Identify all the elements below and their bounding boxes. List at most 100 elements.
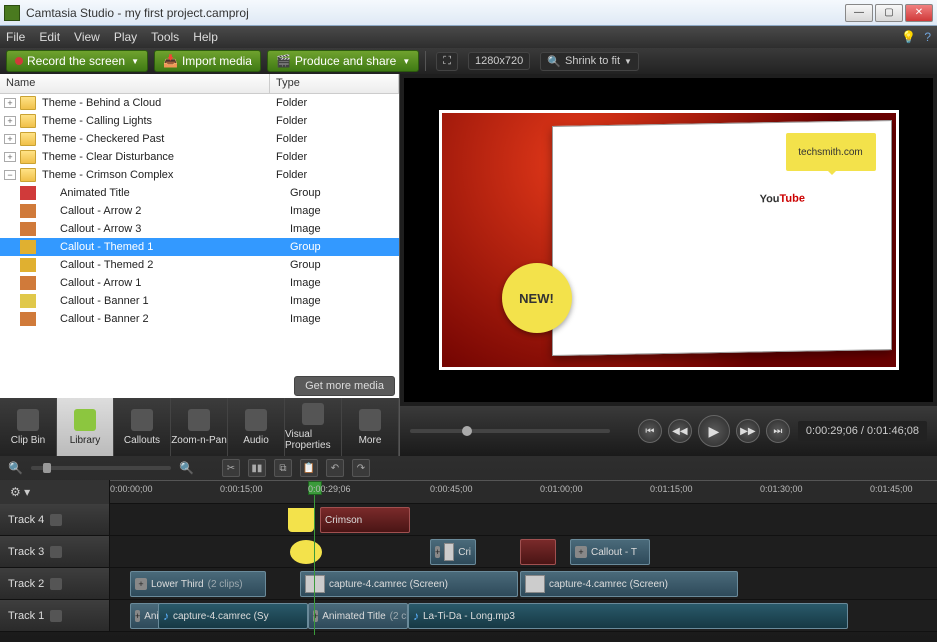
fullscreen-button[interactable]: ⛶ bbox=[436, 52, 458, 71]
timeline-clip[interactable]: +Animated Title (2 clips) bbox=[308, 603, 408, 629]
track-label[interactable]: Track 1 bbox=[0, 600, 110, 631]
timeline-clip[interactable]: Crimson bbox=[320, 507, 410, 533]
menu-view[interactable]: View bbox=[74, 30, 100, 44]
expand-toggle[interactable]: + bbox=[4, 134, 16, 144]
tab-callouts[interactable]: Callouts bbox=[114, 398, 171, 456]
list-row[interactable]: Callout - Banner 2Image bbox=[0, 310, 399, 328]
ruler-tick: 0:00:15;00 bbox=[220, 484, 263, 494]
timeline-clip[interactable]: capture-4.camrec (Screen) bbox=[520, 571, 738, 597]
track-label[interactable]: Track 2 bbox=[0, 568, 110, 599]
list-row[interactable]: Callout - Themed 1Group bbox=[0, 238, 399, 256]
menu-play[interactable]: Play bbox=[114, 30, 137, 44]
dimensions-chip[interactable]: 1280x720 bbox=[468, 52, 530, 70]
zoom-in-icon[interactable]: 🔍 bbox=[179, 461, 194, 475]
track-label[interactable]: Track 4 bbox=[0, 504, 110, 535]
expand-clip-icon[interactable]: + bbox=[135, 610, 140, 622]
list-row[interactable]: Callout - Themed 2Group bbox=[0, 256, 399, 274]
menu-tools[interactable]: Tools bbox=[151, 30, 179, 44]
timeline-clip[interactable]: +Callout - T bbox=[570, 539, 650, 565]
timeline-clip[interactable]: ♪La-Ti-Da - Long.mp3 bbox=[408, 603, 848, 629]
import-media-button[interactable]: 📥 Import media bbox=[154, 50, 261, 72]
next-frame-button[interactable]: ⏭ bbox=[766, 419, 790, 443]
tab-clip-bin[interactable]: Clip Bin bbox=[0, 398, 57, 456]
list-row[interactable]: +Theme - Behind a CloudFolder bbox=[0, 94, 399, 112]
help-icon[interactable]: ? bbox=[924, 30, 931, 44]
timeline-clip[interactable]: ♪capture-4.camrec (Sy bbox=[158, 603, 308, 629]
minimize-button[interactable]: — bbox=[845, 4, 873, 22]
expand-toggle[interactable]: − bbox=[4, 170, 16, 180]
list-row[interactable]: Animated TitleGroup bbox=[0, 184, 399, 202]
redo-button[interactable]: ↷ bbox=[352, 459, 370, 477]
item-name: Theme - Clear Disturbance bbox=[42, 151, 276, 163]
track-lane[interactable]: +Cri +Callout - T bbox=[110, 536, 937, 567]
play-button[interactable]: ▶ bbox=[698, 415, 730, 447]
copy-button[interactable]: ⧉ bbox=[274, 459, 292, 477]
list-row[interactable]: Callout - Arrow 2Image bbox=[0, 202, 399, 220]
expand-clip-icon[interactable]: + bbox=[575, 546, 587, 558]
expand-clip-icon[interactable]: + bbox=[435, 546, 440, 558]
expand-clip-icon[interactable]: + bbox=[135, 578, 147, 590]
menu-file[interactable]: File bbox=[6, 30, 25, 44]
list-row[interactable]: +Theme - Clear DisturbanceFolder bbox=[0, 148, 399, 166]
timeline-clip[interactable]: capture-4.camrec (Screen) bbox=[300, 571, 518, 597]
tab-zoom-n-pan[interactable]: Zoom-n-Pan bbox=[171, 398, 228, 456]
tab-audio[interactable]: Audio bbox=[228, 398, 285, 456]
timeline-settings-button[interactable]: ⚙ ▾ bbox=[0, 480, 110, 504]
step-forward-button[interactable]: ▶▶ bbox=[736, 419, 760, 443]
timeline-toolbar: 🔍 🔍 ✂ ▮▮ ⧉ 📋 ↶ ↷ bbox=[0, 456, 937, 480]
list-row[interactable]: Callout - Banner 1Image bbox=[0, 292, 399, 310]
list-row[interactable]: −Theme - Crimson ComplexFolder bbox=[0, 166, 399, 184]
expand-toggle[interactable]: + bbox=[4, 98, 16, 108]
tab-visual-properties[interactable]: Visual Properties bbox=[285, 398, 342, 456]
menu-help[interactable]: Help bbox=[193, 30, 218, 44]
maximize-button[interactable]: ▢ bbox=[875, 4, 903, 22]
library-list[interactable]: +Theme - Behind a CloudFolder+Theme - Ca… bbox=[0, 94, 399, 398]
col-type[interactable]: Type bbox=[270, 74, 399, 93]
zoom-slider[interactable] bbox=[31, 466, 171, 470]
list-row[interactable]: +Theme - Calling LightsFolder bbox=[0, 112, 399, 130]
expand-toggle[interactable]: + bbox=[4, 116, 16, 126]
record-screen-button[interactable]: Record the screen ▼ bbox=[6, 50, 148, 72]
zoom-thumb[interactable] bbox=[43, 463, 51, 473]
window-title: Camtasia Studio - my first project.campr… bbox=[26, 6, 845, 20]
close-button[interactable]: ✕ bbox=[905, 4, 933, 22]
step-back-button[interactable]: ◀◀ bbox=[668, 419, 692, 443]
fit-dropdown[interactable]: 🔍 Shrink to fit ▼ bbox=[540, 52, 639, 71]
menu-edit[interactable]: Edit bbox=[39, 30, 60, 44]
tips-icon[interactable]: 💡 bbox=[901, 30, 916, 44]
callout-clip[interactable] bbox=[288, 508, 314, 532]
list-row[interactable]: Callout - Arrow 3Image bbox=[0, 220, 399, 238]
undo-button[interactable]: ↶ bbox=[326, 459, 344, 477]
tab-more[interactable]: More bbox=[342, 398, 399, 456]
cut-button[interactable]: ✂ bbox=[222, 459, 240, 477]
timeline-clip[interactable] bbox=[520, 539, 556, 565]
zoom-out-icon[interactable]: 🔍 bbox=[8, 461, 23, 475]
produce-share-button[interactable]: 🎬 Produce and share ▼ bbox=[267, 50, 419, 72]
timeline-ruler[interactable]: 0:00:00;000:00:15;000:00:29;060:00:45;00… bbox=[110, 480, 937, 504]
list-row[interactable]: +Theme - Checkered PastFolder bbox=[0, 130, 399, 148]
lock-icon[interactable] bbox=[50, 578, 62, 590]
timeline-clip[interactable]: +Cri bbox=[430, 539, 476, 565]
split-button[interactable]: ▮▮ bbox=[248, 459, 266, 477]
lock-icon[interactable] bbox=[50, 514, 62, 526]
timeline-clip[interactable]: +Ani bbox=[130, 603, 160, 629]
track-lane[interactable]: Crimson bbox=[110, 504, 937, 535]
asset-icon bbox=[20, 186, 36, 200]
track-lane[interactable]: +Ani♪capture-4.camrec (Sy+Animated Title… bbox=[110, 600, 937, 631]
track-label[interactable]: Track 3 bbox=[0, 536, 110, 567]
paste-button[interactable]: 📋 bbox=[300, 459, 318, 477]
col-name[interactable]: Name bbox=[0, 74, 270, 93]
prev-frame-button[interactable]: ⏮ bbox=[638, 419, 662, 443]
scrub-bar[interactable] bbox=[410, 429, 610, 433]
timeline-clip[interactable]: +Lower Third (2 clips) bbox=[130, 571, 266, 597]
lock-icon[interactable] bbox=[50, 610, 62, 622]
tab-library[interactable]: Library bbox=[57, 398, 114, 456]
list-row[interactable]: Callout - Arrow 1Image bbox=[0, 274, 399, 292]
preview-viewport[interactable]: YouTube NEW! techsmith.com bbox=[404, 78, 933, 402]
track-lane[interactable]: +Lower Third (2 clips) capture-4.camrec (… bbox=[110, 568, 937, 599]
scrub-handle[interactable] bbox=[462, 426, 472, 436]
get-more-media-button[interactable]: Get more media bbox=[294, 376, 395, 396]
expand-toggle[interactable]: + bbox=[4, 152, 16, 162]
lock-icon[interactable] bbox=[50, 546, 62, 558]
callout-clip[interactable] bbox=[290, 540, 322, 564]
